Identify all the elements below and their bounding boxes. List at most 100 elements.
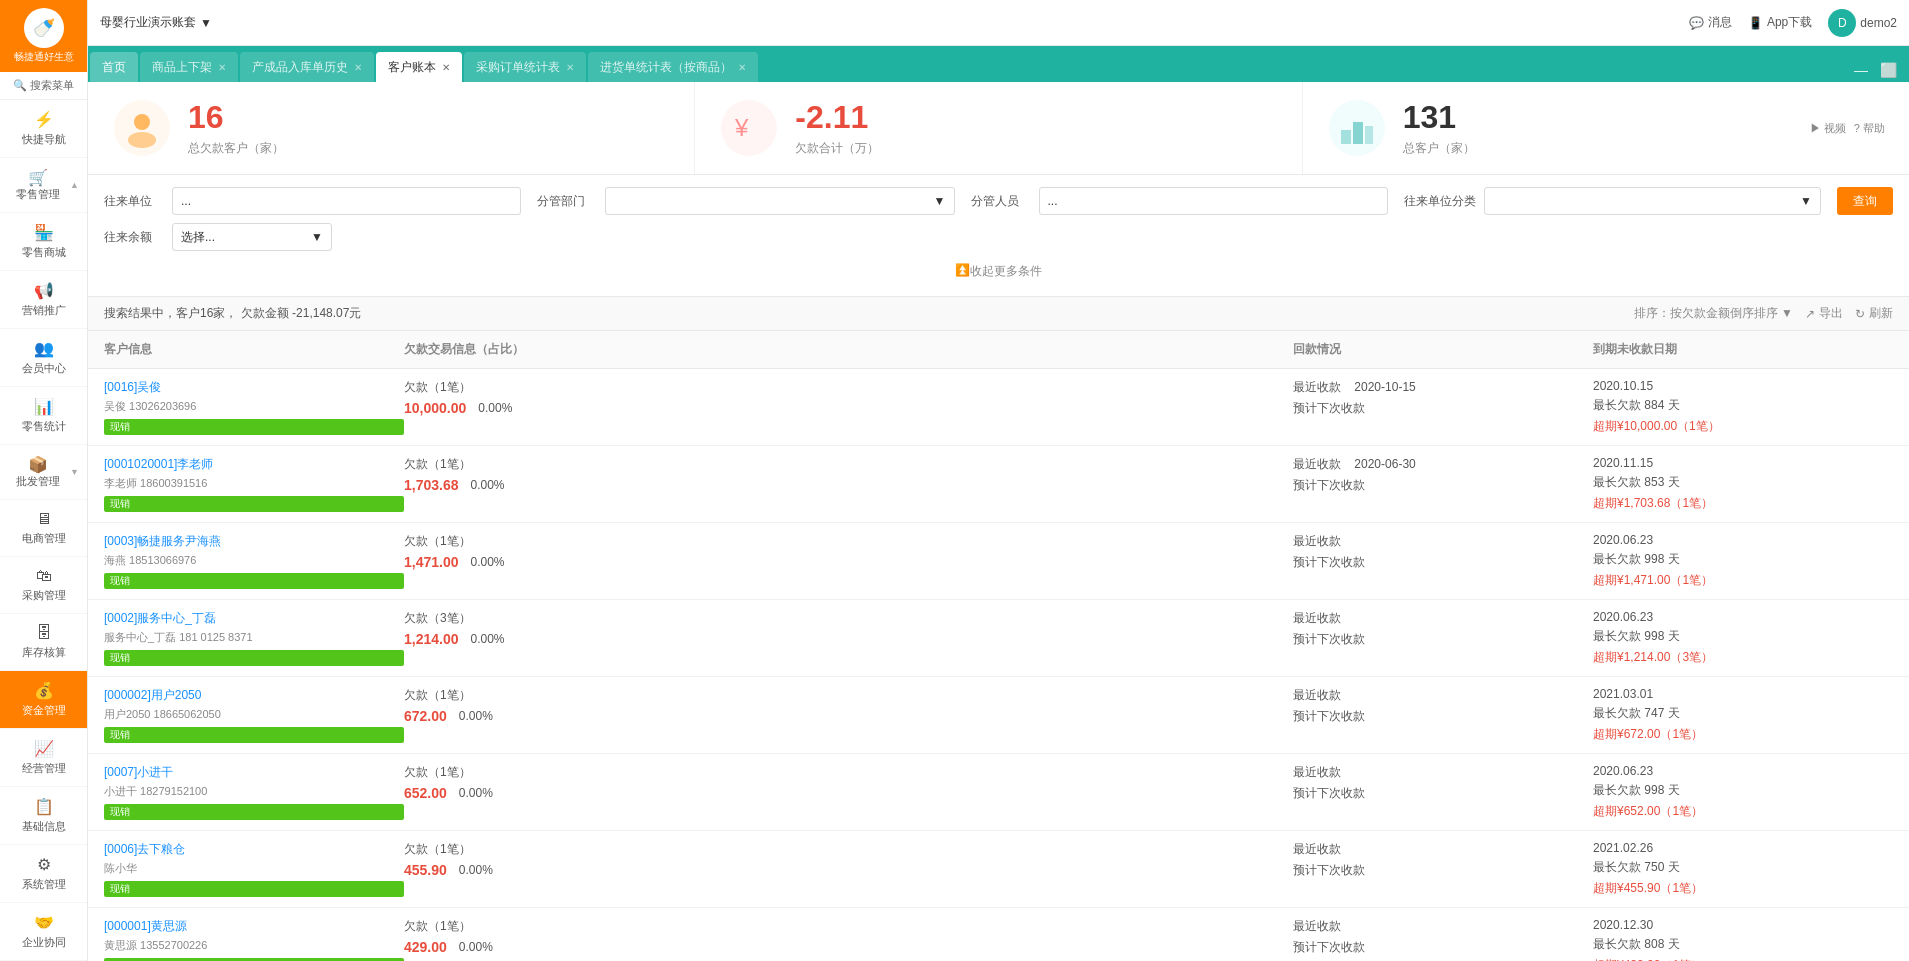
sidebar-item-marketing[interactable]: 📢 营销推广	[0, 271, 87, 329]
table-row: [0007]小进干 小进干 18279152100 现销 欠款（1笔） 652.…	[88, 754, 1909, 831]
tab-production-history[interactable]: 产成品入库单历史 ✕	[240, 52, 374, 82]
sidebar-item-basic-info[interactable]: 📋 基础信息	[0, 787, 87, 845]
due-date-info-0007: 2020.06.23 最长欠款 998 天 超期¥652.00（1笔）	[1593, 764, 1893, 820]
tab-products-off[interactable]: 商品上下架 ✕	[140, 52, 238, 82]
overdue-text-000001[interactable]: 超期¥429.00（1笔）	[1593, 957, 1893, 961]
debt-count-000002: 欠款（1笔）	[404, 687, 471, 704]
overdue-text-0006[interactable]: 超期¥455.90（1笔）	[1593, 880, 1893, 897]
overdue-text-000002[interactable]: 超期¥672.00（1笔）	[1593, 726, 1893, 743]
tab-production-history-close[interactable]: ✕	[354, 62, 362, 73]
purchase-icon: 🛍	[36, 567, 52, 585]
sidebar-label-retail-mall: 零售商城	[22, 245, 66, 260]
sidebar-item-retail-mgmt[interactable]: 🛒 零售管理 ▲	[0, 158, 87, 213]
unit-type-label: 往来单位分类	[1404, 193, 1476, 210]
table-row: [0002]服务中心_丁磊 服务中心_丁磊 181 0125 8371 现销 欠…	[88, 600, 1909, 677]
balance-select[interactable]: 选择... ▼	[172, 223, 332, 251]
debt-amount-000002: 672.00	[404, 708, 447, 724]
svg-rect-6	[1341, 130, 1351, 144]
customer-tag-000002: 现销	[104, 727, 404, 743]
export-btn[interactable]: ↗ 导出	[1805, 305, 1843, 322]
help-label[interactable]: ? 帮助	[1854, 121, 1885, 136]
customer-name-0016[interactable]: [0016]吴俊	[104, 379, 404, 396]
video-label[interactable]: ▶ 视频	[1810, 121, 1846, 136]
customer-name-00010200001[interactable]: [0001020001]李老师	[104, 456, 404, 473]
customer-name-0002[interactable]: [0002]服务中心_丁磊	[104, 610, 404, 627]
header-right: 💬 消息 📱 App下载 D demo2	[1689, 9, 1897, 37]
tab-goods-stats-close[interactable]: ✕	[738, 62, 746, 73]
overdue-text-0007[interactable]: 超期¥652.00（1笔）	[1593, 803, 1893, 820]
sidebar-label-purchase: 采购管理	[22, 588, 66, 603]
tab-purchase-order-close[interactable]: ✕	[566, 62, 574, 73]
sidebar-item-purchase[interactable]: 🛍 采购管理	[0, 557, 87, 614]
overdue-text-00010200001[interactable]: 超期¥1,703.68（1笔）	[1593, 495, 1893, 512]
tab-purchase-order-label: 采购订单统计表	[476, 59, 560, 76]
next-payment-label-000002: 预计下次收款	[1293, 708, 1593, 725]
sidebar-item-enterprise[interactable]: 🤝 企业协同	[0, 903, 87, 961]
logo-icon: 🍼	[24, 8, 64, 48]
svg-text:¥: ¥	[734, 114, 749, 141]
next-payment-label-0002: 预计下次收款	[1293, 631, 1593, 648]
tab-minimize-btn[interactable]: —	[1850, 58, 1872, 82]
svg-point-3	[721, 100, 777, 156]
sidebar-label-ecommerce: 电商管理	[22, 531, 66, 546]
tab-customer-account-close[interactable]: ✕	[442, 62, 450, 73]
debt-amount-0016: 10,000.00	[404, 400, 466, 416]
due-date-info-000001: 2020.12.30 最长欠款 808 天 超期¥429.00（1笔）	[1593, 918, 1893, 961]
customer-name-0006[interactable]: [0006]去下粮仓	[104, 841, 404, 858]
message-btn[interactable]: 💬 消息	[1689, 14, 1732, 31]
tab-maximize-btn[interactable]: ⬜	[1876, 58, 1901, 82]
sidebar-item-member[interactable]: 👥 会员中心	[0, 329, 87, 387]
overdue-text-0016[interactable]: 超期¥10,000.00（1笔）	[1593, 418, 1893, 435]
table-container: 客户信息 欠款交易信息（占比） 回款情况 到期未收款日期 [0016]吴俊 吴俊…	[88, 331, 1909, 961]
sidebar-item-inventory[interactable]: 🗄 库存核算	[0, 614, 87, 671]
overdue-text-0003[interactable]: 超期¥1,471.00（1笔）	[1593, 572, 1893, 589]
refresh-btn[interactable]: ↻ 刷新	[1855, 305, 1893, 322]
debt-ratio-0002: 0.00%	[471, 632, 505, 646]
customer-name-000002[interactable]: [000002]用户2050	[104, 687, 404, 704]
search-button[interactable]: 查询	[1837, 187, 1893, 215]
overdue-text-0002[interactable]: 超期¥1,214.00（3笔）	[1593, 649, 1893, 666]
recovery-info-000001: 最近收款 预计下次收款	[1293, 918, 1593, 956]
tab-customer-account[interactable]: 客户账本 ✕	[376, 52, 462, 82]
debt-count-0006: 欠款（1笔）	[404, 841, 471, 858]
debt-amount-info: -2.11 欠款合计（万）	[795, 99, 879, 157]
sidebar-item-finance[interactable]: 💰 资金管理	[0, 671, 87, 729]
tab-purchase-order[interactable]: 采购订单统计表 ✕	[464, 52, 586, 82]
sidebar-item-operations[interactable]: 📈 经营管理	[0, 729, 87, 787]
debt-info-0002: 欠款（3笔） 1,214.00 0.00%	[404, 610, 1293, 647]
due-date-000002: 2021.03.01	[1593, 687, 1893, 701]
sidebar-item-retail-stats[interactable]: 📊 零售统计	[0, 387, 87, 445]
dept-select[interactable]: ▼	[605, 187, 954, 215]
sidebar-item-system[interactable]: ⚙ 系统管理	[0, 845, 87, 903]
debt-count-0002: 欠款（3笔）	[404, 610, 471, 627]
sidebar-item-retail-mall[interactable]: 🏪 零售商城	[0, 213, 87, 271]
customer-name-0003[interactable]: [0003]畅捷服务尹海燕	[104, 533, 404, 550]
customer-name-000001[interactable]: [000001]黄思源	[104, 918, 404, 935]
tab-goods-stats[interactable]: 进货单统计表（按商品） ✕	[588, 52, 758, 82]
person-input[interactable]: ...	[1039, 187, 1388, 215]
customer-tag-0002: 现销	[104, 650, 404, 666]
sidebar-label-member: 会员中心	[22, 361, 66, 376]
app-download-btn[interactable]: 📱 App下载	[1748, 14, 1812, 31]
tab-bar-right: — ⬜	[1842, 58, 1909, 82]
sidebar-item-quick-nav[interactable]: ⚡ 快捷导航	[0, 100, 87, 158]
tab-products-off-close[interactable]: ✕	[218, 62, 226, 73]
message-icon: 💬	[1689, 16, 1704, 30]
from-unit-input[interactable]: ...	[172, 187, 521, 215]
user-avatar[interactable]: D demo2	[1828, 9, 1897, 37]
search-menu[interactable]: 🔍 搜索菜单	[0, 72, 87, 100]
sort-label[interactable]: 排序：按欠款金额倒序排序 ▼	[1634, 305, 1793, 322]
sidebar-item-batch-mgmt[interactable]: 📦 批发管理 ▼	[0, 445, 87, 500]
customer-name-0007[interactable]: [0007]小进干	[104, 764, 404, 781]
debt-info-0003: 欠款（1笔） 1,471.00 0.00%	[404, 533, 1293, 570]
unit-type-select[interactable]: ▼	[1484, 187, 1821, 215]
max-days-0002: 最长欠款 998 天	[1593, 628, 1893, 645]
tab-home[interactable]: 首页	[90, 52, 138, 82]
sidebar-item-ecommerce[interactable]: 🖥 电商管理	[0, 500, 87, 557]
debt-ratio-0006: 0.00%	[459, 863, 493, 877]
debt-amount-0002: 1,214.00	[404, 631, 459, 647]
collapse-icon: ⏫	[955, 263, 970, 280]
company-select[interactable]: 母婴行业演示账套 ▼	[100, 14, 212, 31]
last-payment-label-000001: 最近收款	[1293, 918, 1593, 935]
collapse-btn[interactable]: ⏫ 收起更多条件	[104, 259, 1893, 284]
